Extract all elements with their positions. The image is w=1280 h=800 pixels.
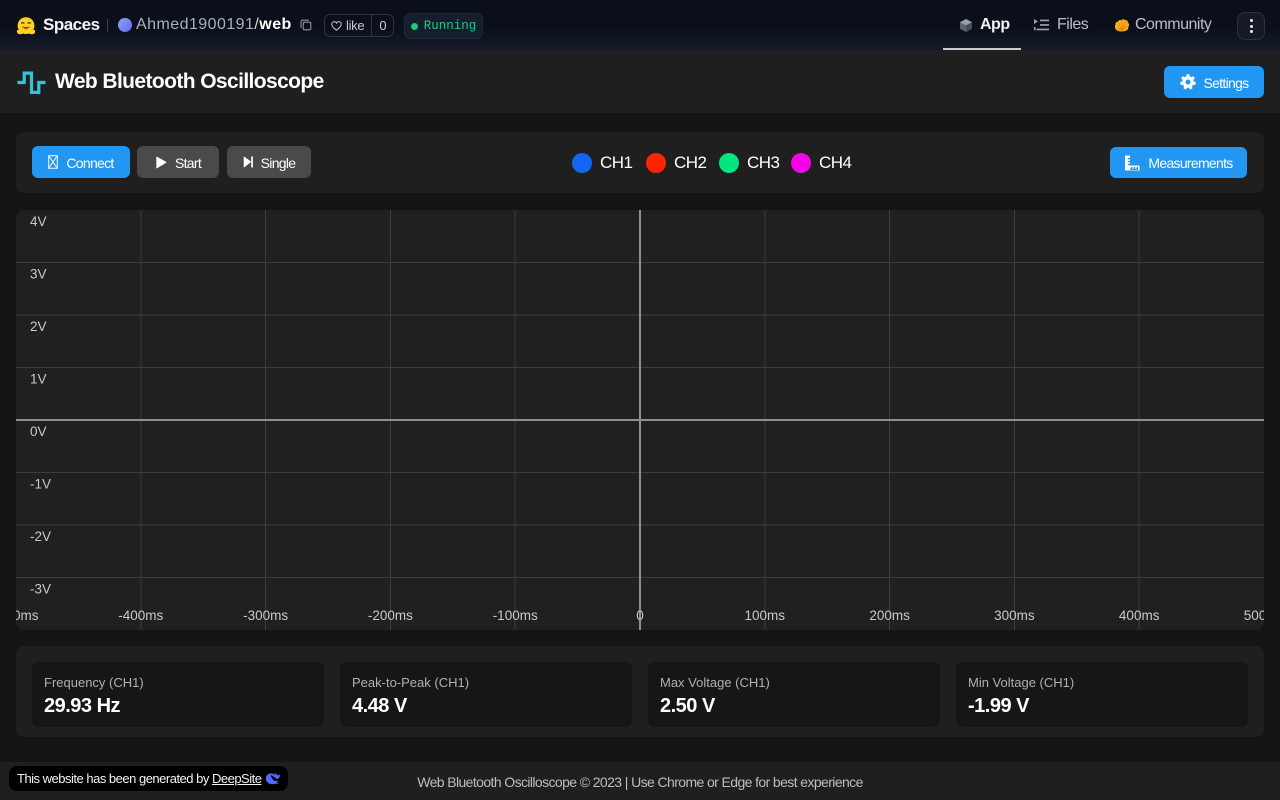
svg-text:-1V: -1V xyxy=(30,477,51,492)
svg-text:2V: 2V xyxy=(30,319,47,334)
svg-text:-500ms: -500ms xyxy=(16,608,39,623)
svg-text:-100ms: -100ms xyxy=(493,608,538,623)
svg-text:200ms: 200ms xyxy=(869,608,910,623)
svg-text:3V: 3V xyxy=(30,267,47,282)
svg-text:500ms: 500ms xyxy=(1244,608,1264,623)
svg-text:-400ms: -400ms xyxy=(118,608,163,623)
svg-text:0V: 0V xyxy=(30,424,47,439)
svg-text:1V: 1V xyxy=(30,372,47,387)
svg-text:0: 0 xyxy=(636,608,644,623)
svg-text:100ms: 100ms xyxy=(745,608,786,623)
svg-text:-200ms: -200ms xyxy=(368,608,413,623)
svg-text:400ms: 400ms xyxy=(1119,608,1160,623)
svg-text:300ms: 300ms xyxy=(994,608,1035,623)
svg-text:-3V: -3V xyxy=(30,582,51,597)
svg-text:4V: 4V xyxy=(30,214,47,229)
svg-text:-300ms: -300ms xyxy=(243,608,288,623)
svg-text:-2V: -2V xyxy=(30,529,51,544)
